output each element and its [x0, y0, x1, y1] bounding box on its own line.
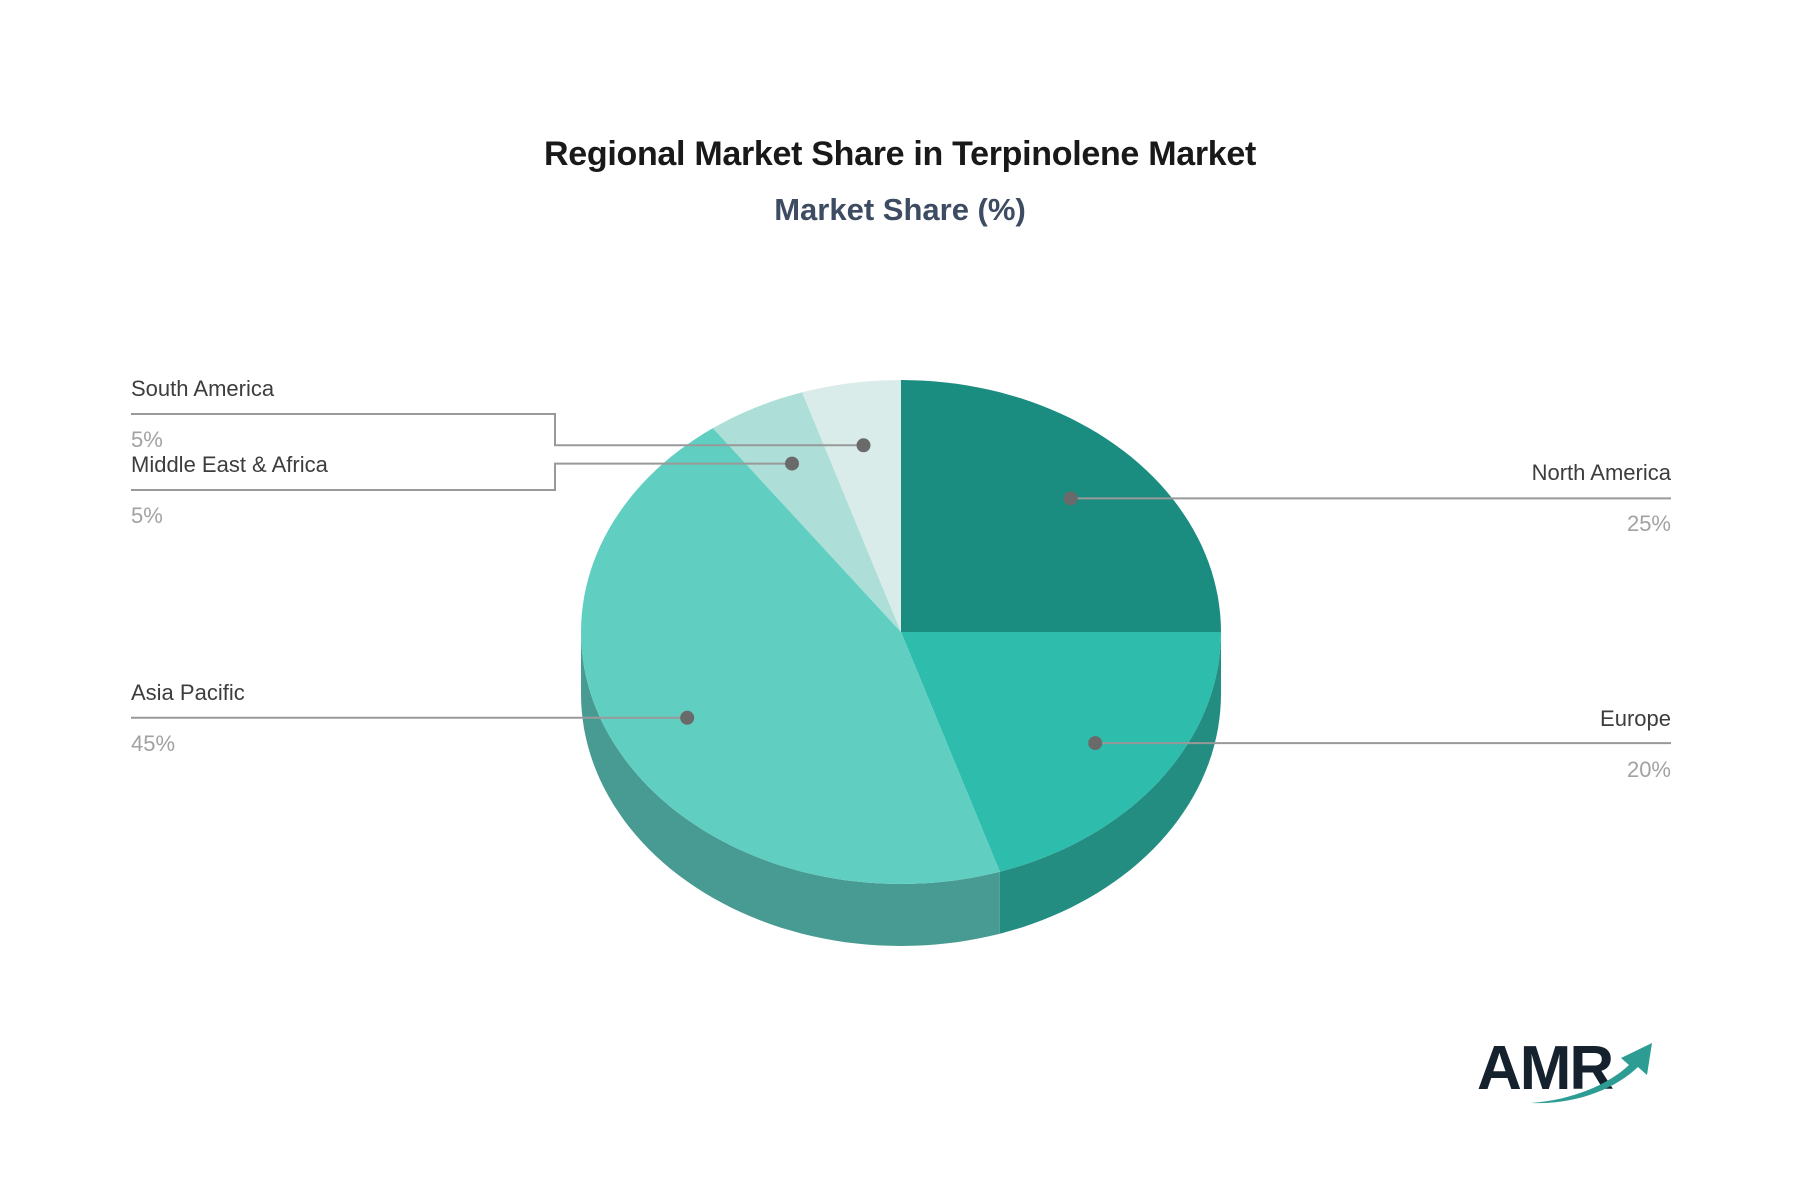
label-north-america: North America: [1271, 459, 1671, 486]
label-south-america: South America: [131, 375, 274, 402]
value-south-america: 5%: [131, 426, 163, 453]
label-middle-east-africa: Middle East & Africa: [131, 451, 328, 478]
label-asia-pacific: Asia Pacific: [131, 679, 245, 706]
value-north-america: 25%: [1271, 510, 1671, 537]
amr-logo: AMR: [1477, 1036, 1677, 1116]
label-europe: Europe: [1271, 705, 1671, 732]
pie-chart: [0, 0, 1800, 1196]
value-europe: 20%: [1271, 756, 1671, 783]
amr-logo-arrow-icon: [1525, 1038, 1655, 1108]
connector-dot-south-america: [857, 438, 871, 452]
chart-canvas: Regional Market Share in Terpinolene Mar…: [0, 0, 1800, 1196]
value-asia-pacific: 45%: [131, 730, 175, 757]
connector-dot-asia-pacific: [680, 711, 694, 725]
connector-dot-north-america: [1064, 491, 1078, 505]
connector-dot-europe: [1088, 736, 1102, 750]
pie-slice-north-america[interactable]: [901, 380, 1221, 632]
value-middle-east-africa: 5%: [131, 502, 163, 529]
connector-dot-middle-east-africa: [785, 457, 799, 471]
